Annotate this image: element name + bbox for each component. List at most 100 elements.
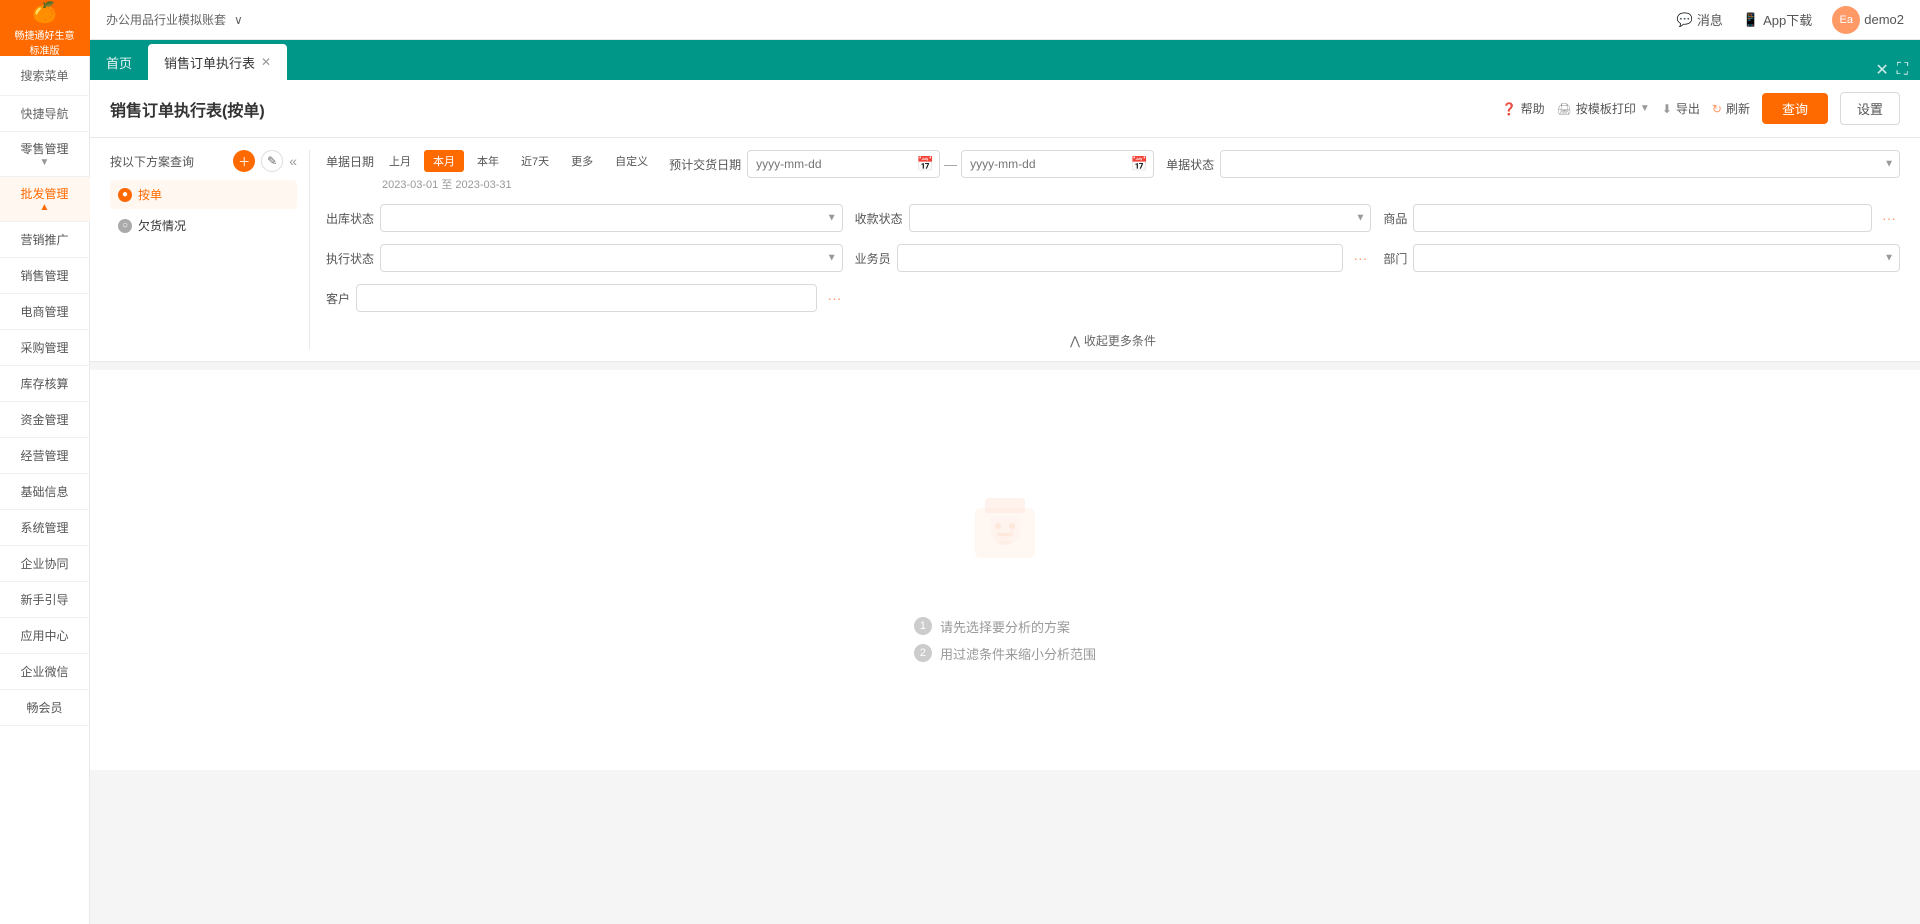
dept-label: 部门 bbox=[1383, 250, 1407, 267]
tab-sales-label: 销售订单执行表 bbox=[164, 53, 255, 72]
app-download-icon: 📱 bbox=[1743, 12, 1759, 28]
tab-home[interactable]: 首页 bbox=[90, 44, 148, 80]
sidebar-item-purchase[interactable]: 采购管理 bbox=[0, 330, 90, 366]
status-select[interactable] bbox=[1220, 150, 1900, 178]
exec-status-select[interactable] bbox=[380, 244, 843, 272]
edit-scheme-btn[interactable]: ✎ bbox=[261, 150, 283, 172]
tab-sales-order-exec[interactable]: 销售订单执行表 ✕ bbox=[148, 44, 287, 80]
status-label: 单据状态 bbox=[1166, 156, 1214, 173]
tab-close-window-icon[interactable]: ✕ bbox=[1875, 60, 1888, 80]
customer-field: 客户 ··· bbox=[326, 284, 845, 312]
page-title-bar: 销售订单执行表(按单) ❓ 帮助 🖨 按模板打印 ▼ ⬇ 导出 ↻ 刷新 bbox=[90, 80, 1920, 138]
scheme-nav-debt[interactable]: ○ 欠货情况 bbox=[110, 211, 297, 240]
filter-row-4: 客户 ··· bbox=[326, 284, 1900, 312]
sidebar-item-sales[interactable]: 销售管理 bbox=[0, 258, 90, 294]
filter-scheme-nav: 按以下方案查询 ＋ ✎ « ● 按单 ○ 欠货情况 bbox=[110, 150, 310, 349]
customer-dots-icon[interactable]: ··· bbox=[823, 290, 845, 306]
help-btn[interactable]: ❓ 帮助 bbox=[1502, 100, 1545, 117]
user-profile-btn[interactable]: Ea demo2 bbox=[1832, 6, 1904, 34]
sidebar-item-new-guide[interactable]: 新手引导 bbox=[0, 582, 90, 618]
search-menu[interactable]: 搜索菜单 bbox=[0, 56, 90, 96]
logo-text: 畅捷通好生意 bbox=[15, 27, 75, 42]
date-buttons: 上月 本月 本年 近7天 更多 自定义 bbox=[380, 150, 657, 172]
out-status-select[interactable] bbox=[380, 204, 843, 232]
date-btn-this-month[interactable]: 本月 bbox=[424, 150, 464, 172]
avatar: Ea bbox=[1832, 6, 1860, 34]
scheme-nav-by-order[interactable]: ● 按单 bbox=[110, 180, 297, 209]
hint-1-text: 请先选择要分析的方案 bbox=[940, 617, 1070, 636]
salesperson-input[interactable] bbox=[897, 244, 1344, 272]
salesperson-label: 业务员 bbox=[855, 250, 891, 267]
collapse-scheme-btn[interactable]: « bbox=[289, 153, 297, 169]
export-btn[interactable]: ⬇ 导出 bbox=[1662, 100, 1700, 117]
goods-input[interactable] bbox=[1413, 204, 1872, 232]
collapse-more-btn[interactable]: ⋀ 收起更多条件 bbox=[1070, 332, 1156, 349]
logo: 🍊 畅捷通好生意 标准版 bbox=[0, 0, 90, 56]
date-btn-this-year[interactable]: 本年 bbox=[468, 150, 508, 172]
expected-date-end[interactable] bbox=[961, 150, 1154, 178]
expected-date-range: 📅 — 📅 bbox=[747, 150, 1154, 178]
query-button[interactable]: 查询 bbox=[1762, 93, 1828, 124]
empty-hint-1: 1 请先选择要分析的方案 bbox=[914, 617, 1096, 636]
sidebar-item-member[interactable]: 畅会员 bbox=[0, 690, 90, 726]
empty-state: 1 请先选择要分析的方案 2 用过滤条件来缩小分析范围 bbox=[90, 370, 1920, 770]
sidebar-item-inventory[interactable]: 库存核算 bbox=[0, 366, 90, 402]
app-download-label: App下载 bbox=[1763, 10, 1812, 29]
sidebar-item-finance[interactable]: 资金管理 bbox=[0, 402, 90, 438]
collapse-more-row: ⋀ 收起更多条件 bbox=[326, 324, 1900, 349]
app-download-btn[interactable]: 📱 App下载 bbox=[1743, 10, 1812, 29]
sidebar-item-app-center[interactable]: 应用中心 bbox=[0, 618, 90, 654]
salesperson-dots-icon[interactable]: ··· bbox=[1349, 250, 1371, 266]
sidebar-item-enterprise[interactable]: 企业协同 bbox=[0, 546, 90, 582]
print-chevron-icon: ▼ bbox=[1640, 103, 1650, 114]
sidebar-item-ecommerce[interactable]: 电商管理 bbox=[0, 294, 90, 330]
sidebar-item-system[interactable]: 系统管理 bbox=[0, 510, 90, 546]
payment-status-select-wrap: ▼ bbox=[909, 204, 1372, 232]
scheme-label-debt: 欠货情况 bbox=[138, 217, 186, 234]
quick-nav[interactable]: 快捷导航 bbox=[0, 96, 90, 132]
empty-hints: 1 请先选择要分析的方案 2 用过滤条件来缩小分析范围 bbox=[914, 617, 1096, 663]
empty-illustration bbox=[955, 478, 1055, 597]
customer-input[interactable] bbox=[356, 284, 817, 312]
dept-select[interactable] bbox=[1413, 244, 1900, 272]
breadcrumb-text: 办公用品行业模拟账套 bbox=[106, 11, 226, 28]
goods-field: 商品 ··· bbox=[1383, 204, 1900, 232]
date-btn-more[interactable]: 更多 bbox=[562, 150, 602, 172]
top-header: 办公用品行业模拟账套 ∨ 💬 消息 📱 App下载 Ea demo2 bbox=[90, 0, 1920, 40]
message-icon: 💬 bbox=[1677, 12, 1693, 28]
payment-status-label: 收款状态 bbox=[855, 210, 903, 227]
breadcrumb-chevron-icon[interactable]: ∨ bbox=[234, 13, 243, 27]
tab-close-icon[interactable]: ✕ bbox=[261, 55, 271, 69]
template-print-btn[interactable]: 🖨 按模板打印 ▼ bbox=[1557, 100, 1650, 117]
hint-2-num: 2 bbox=[914, 644, 932, 662]
hint-1-num: 1 bbox=[914, 617, 932, 635]
date-btn-last-month[interactable]: 上月 bbox=[380, 150, 420, 172]
tab-home-label: 首页 bbox=[106, 53, 132, 72]
payment-status-select[interactable] bbox=[909, 204, 1372, 232]
sidebar-item-retail[interactable]: 零售管理 ▼ bbox=[0, 132, 90, 177]
expected-date-start[interactable] bbox=[747, 150, 940, 178]
status-select-wrap: ▼ bbox=[1220, 150, 1900, 178]
filter-fields: 单据日期 上月 本月 本年 近7天 更多 自定义 2023 bbox=[310, 150, 1900, 349]
sidebar-item-operations[interactable]: 经营管理 bbox=[0, 438, 90, 474]
out-status-select-wrap: ▼ bbox=[380, 204, 843, 232]
setting-button[interactable]: 设置 bbox=[1840, 92, 1900, 125]
sidebar-item-wholesale[interactable]: 批发管理 ▲ bbox=[0, 177, 90, 222]
sidebar-item-enterprise-wx[interactable]: 企业微信 bbox=[0, 654, 90, 690]
date-btn-7days[interactable]: 近7天 bbox=[512, 150, 558, 172]
message-label: 消息 bbox=[1697, 10, 1723, 29]
message-btn[interactable]: 💬 消息 bbox=[1677, 10, 1723, 29]
date-field-group: 单据日期 上月 本月 本年 近7天 更多 自定义 2023 bbox=[326, 150, 657, 192]
expected-date-field-group: 预计交货日期 📅 — 📅 bbox=[669, 150, 1154, 178]
filter-row-2: 出库状态 ▼ 收款状态 bbox=[326, 204, 1900, 232]
date-label: 单据日期 bbox=[326, 153, 374, 170]
goods-dots-icon[interactable]: ··· bbox=[1878, 210, 1900, 226]
date-btn-custom[interactable]: 自定义 bbox=[606, 150, 657, 172]
tab-expand-icon[interactable]: ⛶ bbox=[1897, 61, 1908, 79]
sidebar-item-marketing[interactable]: 营销推广 bbox=[0, 222, 90, 258]
refresh-btn[interactable]: ↻ 刷新 bbox=[1712, 100, 1750, 117]
exec-status-label: 执行状态 bbox=[326, 250, 374, 267]
sidebar-item-basic-info[interactable]: 基础信息 bbox=[0, 474, 90, 510]
page-title: 销售订单执行表(按单) bbox=[110, 97, 265, 121]
add-scheme-btn[interactable]: ＋ bbox=[233, 150, 255, 172]
